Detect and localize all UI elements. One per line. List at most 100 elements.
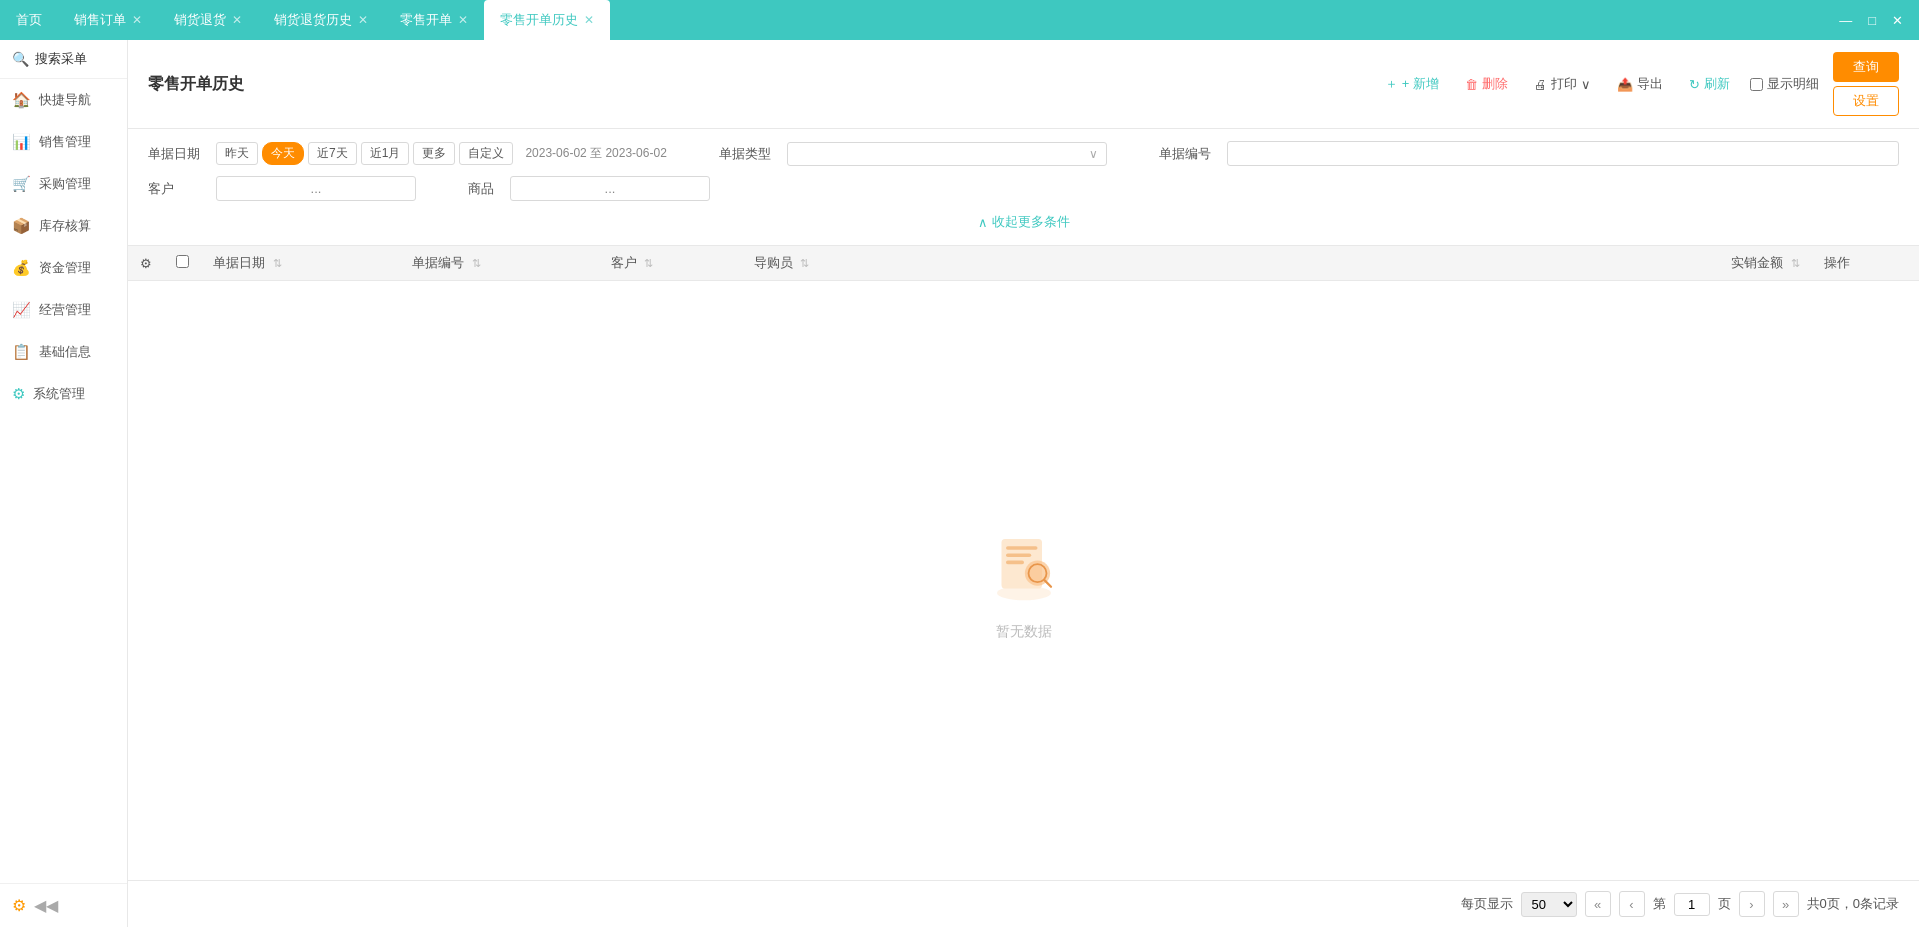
tab-sales-return-label: 销货退货 [174, 11, 226, 29]
print-button[interactable]: 🖨 打印 ∨ [1528, 71, 1597, 97]
goods-input[interactable]: ... [510, 176, 710, 201]
date-btn-today[interactable]: 今天 [262, 142, 304, 165]
th-action: 操作 [1812, 246, 1919, 281]
empty-state: 暂无数据 [128, 281, 1919, 880]
number-sort-icon: ⇅ [472, 257, 481, 269]
prev-page-button[interactable]: ‹ [1619, 891, 1645, 917]
sidebar-item-quick-nav[interactable]: 🏠 快捷导航 [0, 79, 127, 121]
inventory-icon: 📦 [12, 217, 31, 235]
print-dropdown-icon: ∨ [1581, 77, 1591, 92]
table-header-row: ⚙ 单据日期 ⇅ 单据编号 ⇅ [128, 246, 1919, 281]
svg-rect-3 [1006, 553, 1031, 557]
tab-sales-return-history-label: 销货退货历史 [274, 11, 352, 29]
per-page-select[interactable]: 50 10 20 100 [1521, 892, 1577, 917]
customer-input[interactable]: ... [216, 176, 416, 201]
sidebar-collapse-icon[interactable]: ◀◀ [34, 896, 58, 915]
sidebar-item-finance[interactable]: 💰 资金管理 [0, 247, 127, 289]
search-icon: 🔍 [12, 51, 29, 67]
delete-label: 删除 [1482, 75, 1508, 93]
refresh-label: 刷新 [1704, 75, 1730, 93]
tab-sales-return[interactable]: 销货退货 ✕ [158, 0, 258, 40]
query-button[interactable]: 查询 [1833, 52, 1899, 82]
date-btn-7days[interactable]: 近7天 [308, 142, 357, 165]
tab-sales-order[interactable]: 销售订单 ✕ [58, 0, 158, 40]
refresh-icon: ↻ [1689, 77, 1700, 92]
sales-icon: 📊 [12, 133, 31, 151]
th-number[interactable]: 单据编号 ⇅ [400, 246, 599, 281]
th-customer[interactable]: 客户 ⇅ [599, 246, 742, 281]
content-area: 零售开单历史 ＋ + 新增 🗑 删除 🖨 打印 ∨ 📤 导出 [128, 40, 1919, 927]
sidebar-item-system[interactable]: ⚙ 系统管理 [0, 373, 127, 415]
collapse-label: 收起更多条件 [992, 213, 1070, 231]
sidebar-item-inventory[interactable]: 📦 库存核算 [0, 205, 127, 247]
tab-home-label: 首页 [16, 11, 42, 29]
tab-list: 首页 销售订单 ✕ 销货退货 ✕ 销货退货历史 ✕ 零售开单 ✕ 零售开单历史 … [0, 0, 1919, 40]
th-salesperson[interactable]: 导购员 ⇅ [742, 246, 913, 281]
add-button[interactable]: ＋ + 新增 [1379, 71, 1445, 97]
finance-icon: 💰 [12, 259, 31, 277]
export-button[interactable]: 📤 导出 [1611, 71, 1669, 97]
filter-row-more: 客户 ... 商品 ... [148, 176, 1899, 201]
sidebar-bottom: ⚙ ◀◀ [0, 883, 127, 927]
svg-rect-2 [1006, 546, 1038, 550]
tab-retail-order[interactable]: 零售开单 ✕ [384, 0, 484, 40]
th-checkbox [164, 246, 201, 281]
tab-retail-order-history[interactable]: 零售开单历史 ✕ [484, 0, 610, 40]
sidebar: 🔍 搜索采单 🏠 快捷导航 📊 销售管理 🛒 采购管理 📦 库存核算 💰 资金管… [0, 40, 128, 927]
table-gear-icon[interactable]: ⚙ [140, 256, 152, 271]
refresh-button[interactable]: ↻ 刷新 [1683, 71, 1736, 97]
show-detail-checkbox[interactable] [1750, 78, 1763, 91]
tab-sales-return-history[interactable]: 销货退货历史 ✕ [258, 0, 384, 40]
tab-home[interactable]: 首页 [0, 0, 58, 40]
goods-label: 商品 [468, 180, 494, 198]
sidebar-item-purchase-label: 采购管理 [39, 175, 91, 193]
amount-sort-icon: ⇅ [1791, 257, 1800, 269]
page-prefix-label: 第 [1653, 895, 1666, 913]
sidebar-search[interactable]: 🔍 搜索采单 [0, 40, 127, 79]
th-customer-label: 客户 [611, 255, 637, 270]
tab-sales-order-close[interactable]: ✕ [132, 13, 142, 27]
window-min-btn[interactable]: — [1839, 13, 1852, 28]
th-date[interactable]: 单据日期 ⇅ [201, 246, 400, 281]
date-btn-custom[interactable]: 自定义 [459, 142, 513, 165]
select-all-checkbox[interactable] [176, 255, 189, 268]
sidebar-item-inventory-label: 库存核算 [39, 217, 91, 235]
tab-retail-order-close[interactable]: ✕ [458, 13, 468, 27]
filter-row-date: 单据日期 昨天 今天 近7天 近1月 更多 自定义 2023-06-02 至 2… [148, 141, 1899, 166]
show-detail-label-text: 显示明细 [1767, 75, 1819, 93]
delete-button[interactable]: 🗑 删除 [1459, 71, 1514, 97]
sidebar-settings-icon[interactable]: ⚙ [12, 896, 26, 915]
collapse-button[interactable]: ∧ 收起更多条件 [148, 211, 1899, 237]
sidebar-item-operations[interactable]: 📈 经营管理 [0, 289, 127, 331]
sidebar-item-system-label: 系统管理 [33, 385, 85, 403]
last-page-button[interactable]: » [1773, 891, 1799, 917]
date-btn-yesterday[interactable]: 昨天 [216, 142, 258, 165]
sidebar-item-quick-nav-label: 快捷导航 [39, 91, 91, 109]
window-max-btn[interactable]: □ [1868, 13, 1876, 28]
show-detail-toggle[interactable]: 显示明细 [1750, 75, 1819, 93]
window-close-btn[interactable]: ✕ [1892, 13, 1903, 28]
setting-button[interactable]: 设置 [1833, 86, 1899, 116]
sidebar-item-basic-info[interactable]: 📋 基础信息 [0, 331, 127, 373]
sidebar-search-label: 搜索采单 [35, 50, 87, 68]
sidebar-item-purchase[interactable]: 🛒 采购管理 [0, 163, 127, 205]
svg-line-7 [1044, 580, 1050, 586]
svg-rect-4 [1006, 560, 1024, 564]
tab-sales-return-close[interactable]: ✕ [232, 13, 242, 27]
system-icon: ⚙ [12, 385, 25, 403]
tab-retail-order-history-close[interactable]: ✕ [584, 13, 594, 27]
sidebar-item-sales[interactable]: 📊 销售管理 [0, 121, 127, 163]
th-amount[interactable]: 实销金额 ⇅ [1613, 246, 1812, 281]
first-page-button[interactable]: « [1585, 891, 1611, 917]
number-input[interactable] [1227, 141, 1899, 166]
date-range-text: 2023-06-02 至 2023-06-02 [525, 145, 666, 162]
page-input[interactable] [1674, 893, 1710, 916]
date-btn-more[interactable]: 更多 [413, 142, 455, 165]
customer-label: 客户 [148, 180, 204, 198]
next-page-button[interactable]: › [1739, 891, 1765, 917]
type-select[interactable]: ∨ [787, 142, 1107, 166]
tab-sales-return-history-close[interactable]: ✕ [358, 13, 368, 27]
date-btn-1month[interactable]: 近1月 [361, 142, 410, 165]
data-table: ⚙ 单据日期 ⇅ 单据编号 ⇅ [128, 246, 1919, 281]
salesperson-sort-icon: ⇅ [800, 257, 809, 269]
